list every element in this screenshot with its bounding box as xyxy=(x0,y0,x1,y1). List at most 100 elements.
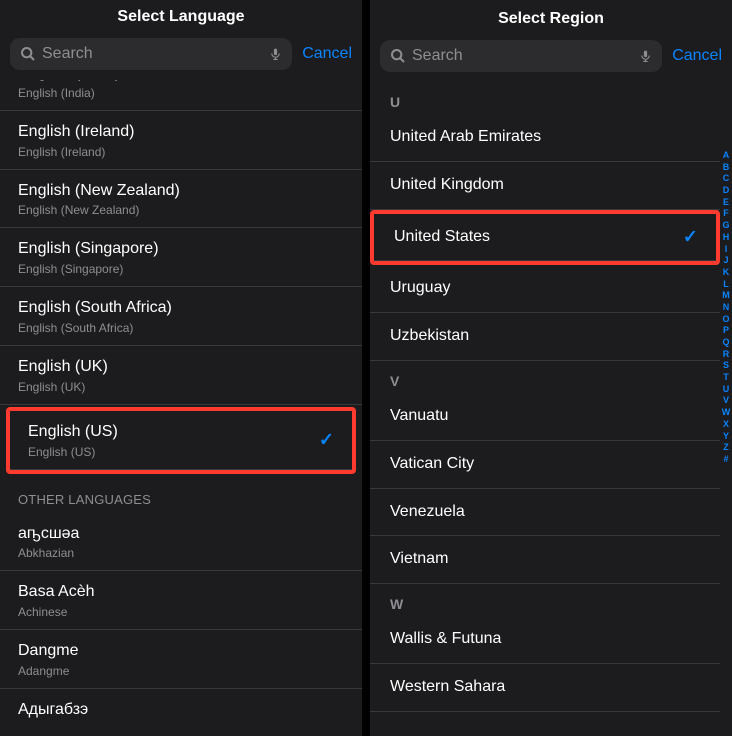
language-item[interactable]: аҧсшәаAbkhazian xyxy=(0,513,362,572)
language-item-sub: English (New Zealand) xyxy=(18,203,344,217)
index-letter[interactable]: F xyxy=(723,208,729,220)
alpha-index[interactable]: ABCDEFGHIJKLMNOPQRSTUVWXYZ# xyxy=(720,120,732,736)
language-item[interactable]: English (US) English (US)✓ xyxy=(10,411,352,470)
language-item-label: English (Singapore) xyxy=(18,239,344,260)
language-item-sub: Achinese xyxy=(18,605,344,619)
region-item-label: United Kingdom xyxy=(390,175,700,196)
region-list[interactable]: U United Arab Emirates United Kingdom Unite… xyxy=(370,82,732,718)
region-item[interactable]: Western Sahara xyxy=(370,664,720,712)
language-item-sub: English (Ireland) xyxy=(18,145,344,159)
index-letter[interactable]: E xyxy=(723,197,729,209)
section-header-other: OTHER LANGUAGES xyxy=(0,476,362,513)
region-panel: Select Region Cancel U United Arab Emirat… xyxy=(370,0,732,736)
search-icon xyxy=(20,46,36,62)
index-letter[interactable]: C xyxy=(723,173,730,185)
language-panel: Select Language Cancel English (India)En… xyxy=(0,0,362,736)
language-item-label: English (New Zealand) xyxy=(18,181,344,202)
index-letter[interactable]: Y xyxy=(723,431,729,443)
index-letter[interactable]: V xyxy=(723,395,729,407)
region-item[interactable]: Venezuela xyxy=(370,489,720,537)
language-item-sub: English (US) xyxy=(28,445,334,459)
region-item-label: United States xyxy=(394,227,696,248)
section-letter: V xyxy=(370,361,720,393)
language-item[interactable]: English (Ireland) English (Ireland) xyxy=(0,111,362,170)
search-input[interactable] xyxy=(42,45,263,63)
region-item[interactable]: Vanuatu xyxy=(370,393,720,441)
search-row: Cancel xyxy=(370,34,732,82)
page-title: Select Region xyxy=(498,10,604,28)
index-letter[interactable]: L xyxy=(723,279,729,291)
language-item-label: English (UK) xyxy=(18,357,344,378)
region-item[interactable]: Vietnam xyxy=(370,536,720,584)
language-item-label: аҧсшәа xyxy=(18,524,344,545)
region-item-label: Vatican City xyxy=(390,454,700,475)
region-item-label: Venezuela xyxy=(390,502,700,523)
mic-icon[interactable] xyxy=(639,47,652,65)
language-item-label: English (Ireland) xyxy=(18,122,344,143)
index-letter[interactable]: K xyxy=(723,267,730,279)
region-item[interactable]: Vatican City xyxy=(370,441,720,489)
index-letter[interactable]: X xyxy=(723,419,729,431)
search-box[interactable] xyxy=(380,40,662,72)
index-letter[interactable]: O xyxy=(722,314,729,326)
language-item-sub: English (UK) xyxy=(18,380,344,394)
index-letter[interactable]: J xyxy=(723,255,728,267)
section-letter: U xyxy=(370,82,720,114)
index-letter[interactable]: M xyxy=(722,290,730,302)
search-icon xyxy=(390,48,406,64)
index-letter[interactable]: Z xyxy=(723,442,729,454)
index-letter[interactable]: D xyxy=(723,185,730,197)
language-item-label: Dangme xyxy=(18,641,344,662)
language-item[interactable]: English (Singapore) English (Singapore) xyxy=(0,228,362,287)
language-item-sub: Adangme xyxy=(18,664,344,678)
language-item-label: English (US) xyxy=(28,422,334,443)
language-item[interactable]: English (New Zealand)English (New Zealan… xyxy=(0,170,362,229)
check-icon: ✓ xyxy=(319,429,334,450)
region-item[interactable]: Uruguay xyxy=(370,265,720,313)
region-item[interactable]: United Kingdom xyxy=(370,162,720,210)
mic-icon[interactable] xyxy=(269,45,282,63)
language-item[interactable]: English (South Africa) English (South Afr… xyxy=(0,287,362,346)
language-item-label: English (South Africa) xyxy=(18,298,344,319)
index-letter[interactable]: I xyxy=(725,244,728,256)
index-letter[interactable]: B xyxy=(723,162,730,174)
region-item-label: Uzbekistan xyxy=(390,326,700,347)
region-item[interactable]: Uzbekistan xyxy=(370,313,720,361)
language-item[interactable]: English (UK) English (UK) xyxy=(0,346,362,405)
index-letter[interactable]: T xyxy=(723,372,729,384)
language-item-label: Адыгабзэ xyxy=(18,700,344,721)
index-letter[interactable]: R xyxy=(723,349,730,361)
region-item[interactable]: United States✓ xyxy=(374,214,716,262)
page-title: Select Language xyxy=(117,8,244,26)
index-letter[interactable]: U xyxy=(723,384,730,396)
language-item-label: Basa Acèh xyxy=(18,582,344,603)
language-item[interactable]: Dangme Adangme xyxy=(0,630,362,689)
language-item[interactable]: Адыгабзэ xyxy=(0,689,362,726)
language-item-sub: English (Singapore) xyxy=(18,262,344,276)
index-letter[interactable]: Q xyxy=(722,337,729,349)
index-letter[interactable]: G xyxy=(722,220,729,232)
region-item-label: Uruguay xyxy=(390,278,700,299)
region-item-label: United Arab Emirates xyxy=(390,127,700,148)
region-item-label: Vanuatu xyxy=(390,406,700,427)
index-letter[interactable]: P xyxy=(723,325,729,337)
region-item[interactable]: Wallis & Futuna xyxy=(370,616,720,664)
language-item[interactable]: Basa Acèh Achinese xyxy=(0,571,362,630)
language-item[interactable]: English (India)English (India) xyxy=(0,80,362,111)
region-item[interactable]: United Arab Emirates xyxy=(370,114,720,162)
section-letter: W xyxy=(370,584,720,616)
region-item-label: Western Sahara xyxy=(390,677,700,698)
index-letter[interactable]: S xyxy=(723,360,729,372)
search-input[interactable] xyxy=(412,47,633,65)
index-letter[interactable]: A xyxy=(723,150,730,162)
language-list[interactable]: English (India)English (India)English (I… xyxy=(0,80,362,726)
index-letter[interactable]: # xyxy=(723,454,728,466)
highlight-box: United States✓ xyxy=(370,210,720,266)
search-box[interactable] xyxy=(10,38,292,70)
index-letter[interactable]: W xyxy=(722,407,731,419)
cancel-button[interactable]: Cancel xyxy=(302,45,352,63)
cancel-button[interactable]: Cancel xyxy=(672,47,722,65)
language-item-sub: English (South Africa) xyxy=(18,321,344,335)
index-letter[interactable]: H xyxy=(723,232,730,244)
index-letter[interactable]: N xyxy=(723,302,730,314)
